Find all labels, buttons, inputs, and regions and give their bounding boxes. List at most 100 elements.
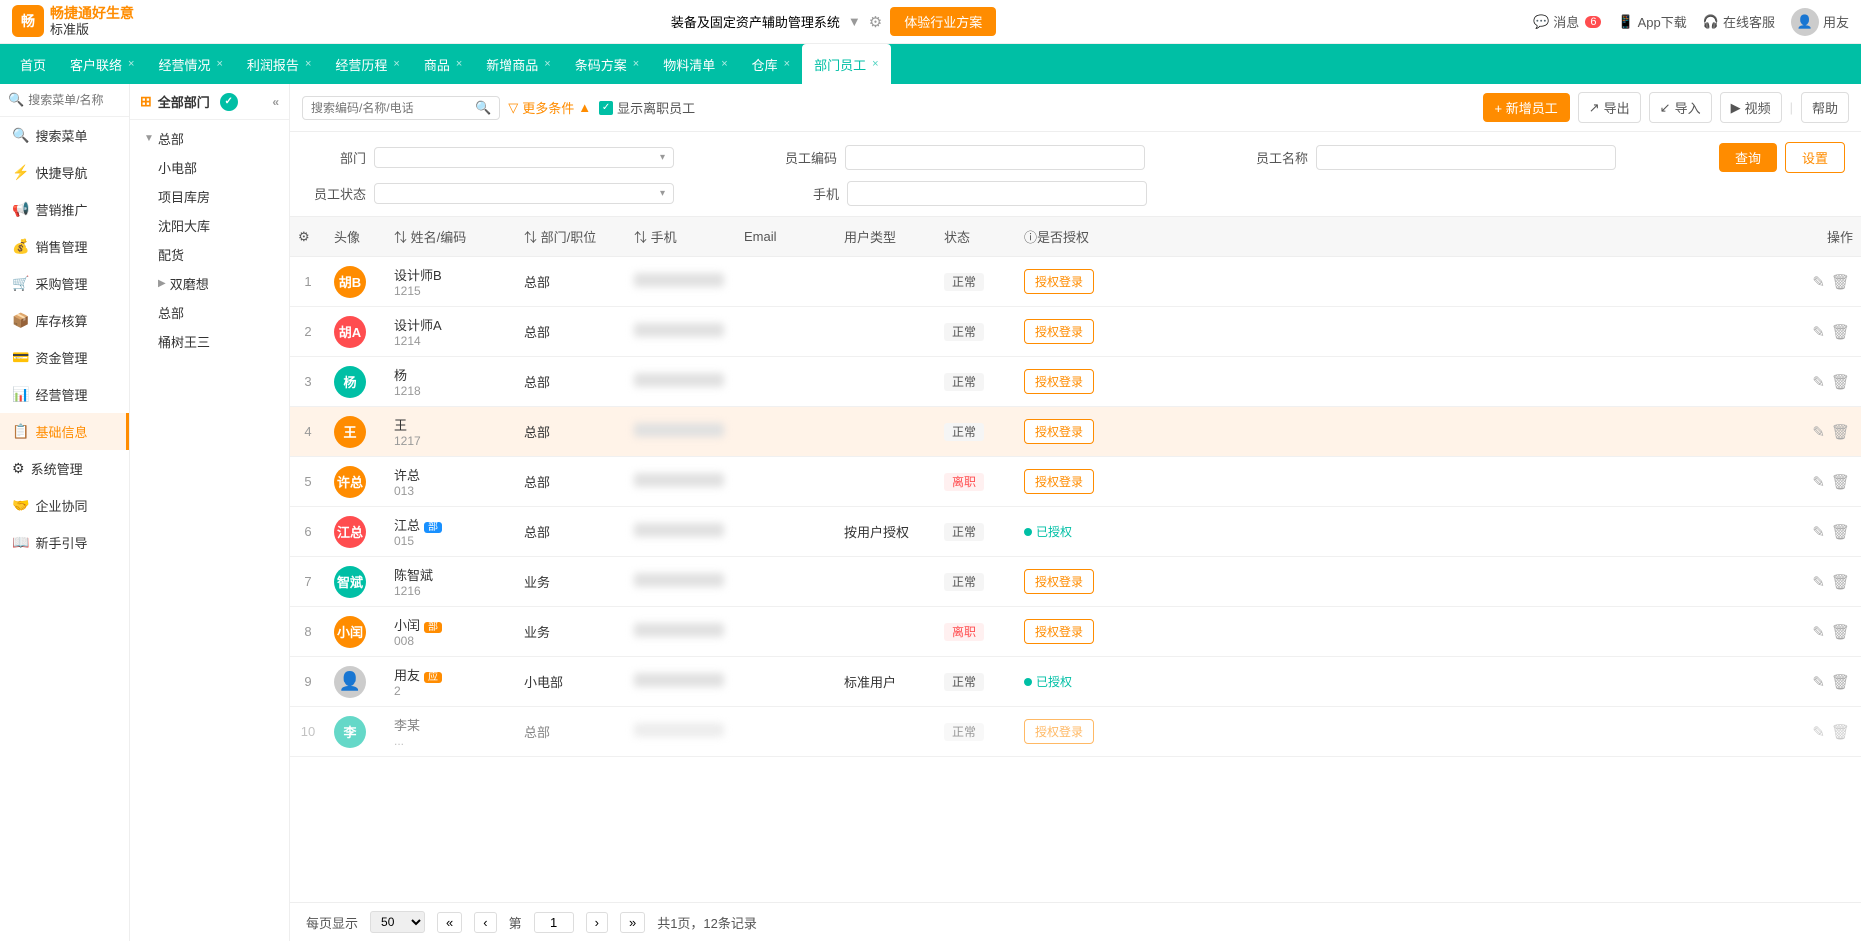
dept-filter-select[interactable]: ▾ [374, 147, 674, 168]
empstatus-filter-select[interactable]: ▾ [374, 183, 674, 204]
show-leave-toggle[interactable]: ✓ 显示离职员工 [599, 98, 695, 117]
query-button[interactable]: 查询 [1719, 143, 1777, 172]
auth-login-button[interactable]: 授权登录 [1024, 369, 1094, 394]
nav-bom[interactable]: 物料清单 × [651, 44, 739, 84]
nav-operation[interactable]: 经营情况 × [146, 44, 234, 84]
auth-login-button[interactable]: 授权登录 [1024, 319, 1094, 344]
nav-add-goods[interactable]: 新增商品 × [474, 44, 562, 84]
close-icon[interactable]: × [544, 58, 550, 70]
message-btn[interactable]: 💬 消息 6 [1533, 12, 1601, 31]
first-page-btn[interactable]: « [437, 912, 462, 933]
dept-node-zongbu[interactable]: 总部 [130, 298, 289, 327]
search-btn-icon[interactable]: 🔍 [475, 100, 491, 116]
close-icon[interactable]: × [393, 58, 399, 70]
auth-login-button[interactable]: 授权登录 [1024, 269, 1094, 294]
dept-node-shuangmo[interactable]: ▶ 双磨想 [130, 269, 289, 298]
edit-button[interactable]: ✎ [1809, 574, 1828, 591]
nav-customer[interactable]: 客户联络 × [58, 44, 146, 84]
edit-button[interactable]: ✎ [1809, 374, 1828, 391]
import-button[interactable]: ↙ 导入 [1649, 92, 1712, 123]
delete-button[interactable]: 🗑 [1828, 524, 1853, 541]
auth-login-button[interactable]: 授权登录 [1024, 469, 1094, 494]
edit-button[interactable]: ✎ [1809, 524, 1828, 541]
last-page-btn[interactable]: » [620, 912, 645, 933]
user-avatar[interactable]: 👤 用友 [1791, 8, 1849, 36]
view-button[interactable]: ▶ 视频 [1720, 92, 1782, 123]
empname-filter-input[interactable] [1316, 145, 1616, 170]
col-settings[interactable]: ⚙ [290, 217, 326, 257]
dept-collapse-btn[interactable]: « [272, 95, 279, 109]
nav-profit[interactable]: 利润报告 × [235, 44, 323, 84]
settings-gear-icon[interactable]: ⚙ [869, 13, 882, 31]
edit-button[interactable]: ✎ [1809, 324, 1828, 341]
nav-home[interactable]: 首页 [8, 44, 58, 84]
dept-node-project[interactable]: 项目库房 [130, 182, 289, 211]
sidebar-item-guide[interactable]: 📖 新手引导 [0, 524, 129, 561]
sidebar-item-finance[interactable]: 💳 资金管理 [0, 339, 129, 376]
close-icon[interactable]: × [128, 58, 134, 70]
edit-button[interactable]: ✎ [1809, 624, 1828, 641]
sidebar-item-base[interactable]: 📋 基础信息 [0, 413, 129, 450]
online-service-btn[interactable]: 🎧 在线客服 [1703, 12, 1775, 31]
delete-button[interactable]: 🗑 [1828, 274, 1853, 291]
sidebar-item-quicknav[interactable]: ⚡ 快捷导航 [0, 154, 129, 191]
edit-button[interactable]: ✎ [1809, 274, 1828, 291]
delete-button[interactable]: 🗑 [1828, 324, 1853, 341]
edit-button[interactable]: ✎ [1809, 674, 1828, 691]
auth-login-button[interactable]: 授权登录 [1024, 719, 1094, 744]
sidebar-item-inventory[interactable]: 📦 库存核算 [0, 302, 129, 339]
delete-button[interactable]: 🗑 [1828, 474, 1853, 491]
sidebar-item-purchase[interactable]: 🛒 采购管理 [0, 265, 129, 302]
nav-expand-icon[interactable]: ▼ [848, 14, 861, 29]
sidebar-item-system[interactable]: ⚙ 系统管理 [0, 450, 129, 487]
page-size-select[interactable]: 20 50 100 [370, 911, 425, 933]
sidebar-item-sales[interactable]: 💰 销售管理 [0, 228, 129, 265]
delete-button[interactable]: 🗑 [1828, 424, 1853, 441]
close-icon[interactable]: × [633, 58, 639, 70]
close-icon[interactable]: × [305, 58, 311, 70]
delete-button[interactable]: 🗑 [1828, 624, 1853, 641]
dept-node-tongshu[interactable]: 桶树王三 [130, 327, 289, 356]
auth-login-button[interactable]: 授权登录 [1024, 569, 1094, 594]
dept-node-shenyang[interactable]: 沈阳大库 [130, 211, 289, 240]
sidebar-search-input[interactable] [28, 93, 130, 107]
auth-login-button[interactable]: 授权登录 [1024, 619, 1094, 644]
edit-button[interactable]: ✎ [1809, 424, 1828, 441]
close-icon[interactable]: × [721, 58, 727, 70]
phone-filter-input[interactable] [847, 181, 1147, 206]
nav-goods[interactable]: 商品 × [412, 44, 474, 84]
dept-node-xiaodian[interactable]: 小电部 [130, 153, 289, 182]
delete-button[interactable]: 🗑 [1828, 724, 1853, 741]
sidebar-item-collab[interactable]: 🤝 企业协同 [0, 487, 129, 524]
dept-node-root[interactable]: ▼ 总部 [130, 124, 289, 153]
add-employee-button[interactable]: + 新增员工 [1483, 93, 1570, 122]
nav-process[interactable]: 经营历程 × [323, 44, 411, 84]
search-input[interactable] [311, 101, 471, 115]
trial-button[interactable]: 体验行业方案 [890, 7, 996, 36]
empcode-filter-input[interactable] [845, 145, 1145, 170]
delete-button[interactable]: 🗑 [1828, 574, 1853, 591]
prev-page-btn[interactable]: ‹ [474, 912, 496, 933]
close-icon[interactable]: × [872, 58, 878, 70]
edit-button[interactable]: ✎ [1809, 724, 1828, 741]
more-filter-btn[interactable]: ▽ 更多条件 ▲ [508, 98, 591, 117]
nav-warehouse[interactable]: 仓库 × [740, 44, 802, 84]
dept-node-peihuo[interactable]: 配货 [130, 240, 289, 269]
auth-login-button[interactable]: 授权登录 [1024, 419, 1094, 444]
close-icon[interactable]: × [784, 58, 790, 70]
sidebar-item-management[interactable]: 📊 经营管理 [0, 376, 129, 413]
sidebar-item-marketing[interactable]: 📢 营销推广 [0, 191, 129, 228]
next-page-btn[interactable]: › [586, 912, 608, 933]
col-name[interactable]: ⇅ 姓名/编码 [386, 217, 516, 257]
sidebar-item-search[interactable]: 🔍 搜索菜单 [0, 117, 129, 154]
settings-button[interactable]: 设置 [1785, 142, 1845, 173]
col-dept[interactable]: ⇅ 部门/职位 [516, 217, 626, 257]
close-icon[interactable]: × [456, 58, 462, 70]
close-icon[interactable]: × [216, 58, 222, 70]
col-phone[interactable]: ⇅ 手机 [626, 217, 736, 257]
delete-button[interactable]: 🗑 [1828, 674, 1853, 691]
help-button[interactable]: 帮助 [1801, 92, 1849, 123]
edit-button[interactable]: ✎ [1809, 474, 1828, 491]
app-download-btn[interactable]: 📱 App下载 [1617, 12, 1686, 31]
export-button[interactable]: ↗ 导出 [1578, 92, 1641, 123]
